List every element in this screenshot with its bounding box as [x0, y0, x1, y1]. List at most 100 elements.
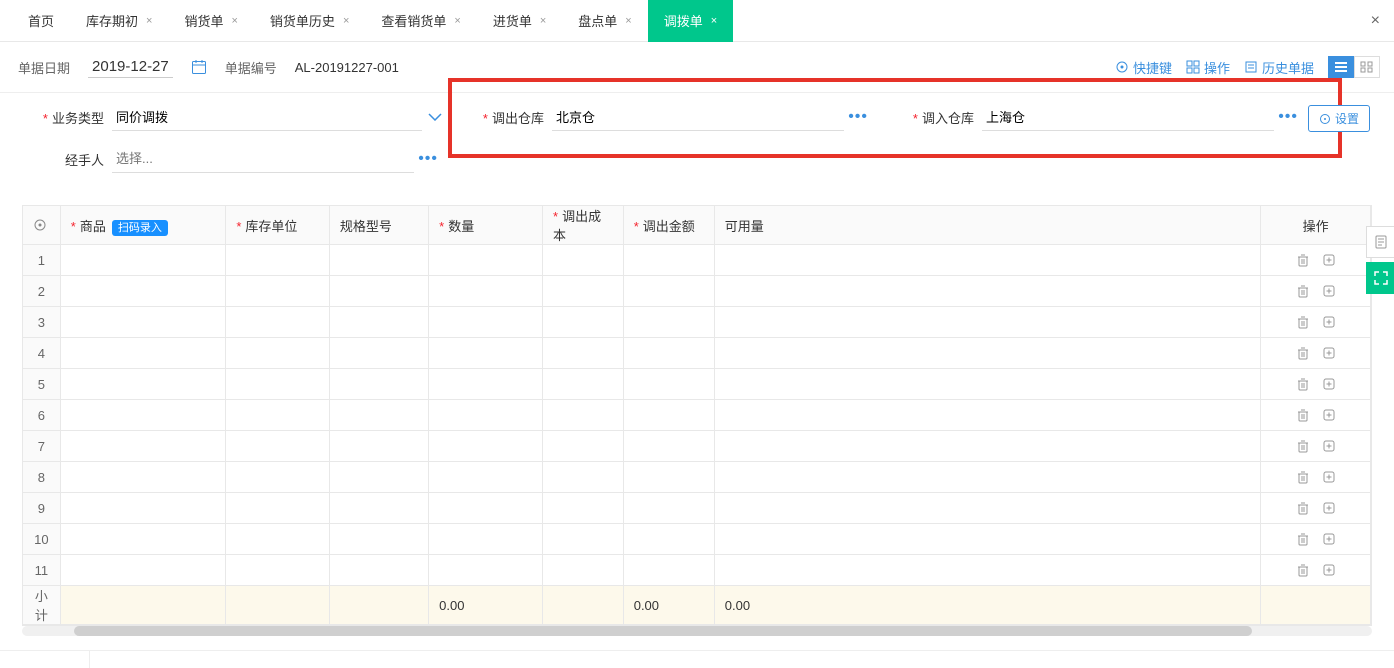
gear-column[interactable]: [23, 206, 60, 245]
cell-amt[interactable]: [623, 493, 714, 524]
handler-input[interactable]: [112, 145, 414, 173]
table-row[interactable]: 2: [23, 276, 1371, 307]
add-icon[interactable]: [1322, 253, 1336, 267]
cell-unit[interactable]: [226, 493, 329, 524]
cell-product[interactable]: [60, 245, 226, 276]
view-grid-button[interactable]: [1354, 56, 1380, 78]
close-icon[interactable]: ×: [711, 15, 717, 27]
cell-spec[interactable]: [329, 307, 428, 338]
cell-spec[interactable]: [329, 462, 428, 493]
more-icon[interactable]: •••: [414, 150, 442, 168]
cell-spec[interactable]: [329, 555, 428, 586]
cell-amt[interactable]: [623, 462, 714, 493]
add-icon[interactable]: [1322, 315, 1336, 329]
settings-button[interactable]: 设置: [1308, 105, 1370, 132]
view-list-button[interactable]: [1328, 56, 1354, 78]
cell-unit[interactable]: [226, 338, 329, 369]
horizontal-scrollbar[interactable]: [22, 626, 1372, 636]
table-row[interactable]: 1: [23, 245, 1371, 276]
add-icon[interactable]: [1322, 501, 1336, 515]
table-row[interactable]: 7: [23, 431, 1371, 462]
cell-spec[interactable]: [329, 338, 428, 369]
cell-amt[interactable]: [623, 245, 714, 276]
cell-cost[interactable]: [543, 493, 624, 524]
cell-unit[interactable]: [226, 245, 329, 276]
tab-sales-history[interactable]: 销货单历史×: [254, 0, 365, 42]
cell-avail[interactable]: [714, 431, 1260, 462]
cell-product[interactable]: [60, 431, 226, 462]
cell-product[interactable]: [60, 400, 226, 431]
cell-unit[interactable]: [226, 431, 329, 462]
cell-cost[interactable]: [543, 307, 624, 338]
delete-icon[interactable]: [1296, 532, 1310, 546]
delete-icon[interactable]: [1296, 501, 1310, 515]
scan-badge[interactable]: 扫码录入: [112, 220, 168, 236]
chevron-down-icon[interactable]: [428, 113, 442, 121]
table-row[interactable]: 9: [23, 493, 1371, 524]
cell-unit[interactable]: [226, 369, 329, 400]
cell-avail[interactable]: [714, 276, 1260, 307]
cell-product[interactable]: [60, 462, 226, 493]
cell-cost[interactable]: [543, 338, 624, 369]
delete-icon[interactable]: [1296, 377, 1310, 391]
cell-qty[interactable]: [429, 369, 543, 400]
cell-spec[interactable]: [329, 245, 428, 276]
delete-icon[interactable]: [1296, 563, 1310, 577]
operate-link[interactable]: 操作: [1186, 58, 1230, 77]
tab-stocktake[interactable]: 盘点单×: [562, 0, 647, 42]
cell-cost[interactable]: [543, 524, 624, 555]
cell-qty[interactable]: [429, 462, 543, 493]
close-icon[interactable]: ×: [540, 15, 546, 27]
cell-qty[interactable]: [429, 400, 543, 431]
cell-qty[interactable]: [429, 338, 543, 369]
cell-cost[interactable]: [543, 431, 624, 462]
table-row[interactable]: 4: [23, 338, 1371, 369]
add-icon[interactable]: [1322, 532, 1336, 546]
table-row[interactable]: 6: [23, 400, 1371, 431]
cell-avail[interactable]: [714, 524, 1260, 555]
add-icon[interactable]: [1322, 346, 1336, 360]
delete-icon[interactable]: [1296, 408, 1310, 422]
calendar-icon[interactable]: [191, 59, 207, 75]
cell-qty[interactable]: [429, 245, 543, 276]
add-icon[interactable]: [1322, 408, 1336, 422]
tab-purchase-order[interactable]: 进货单×: [477, 0, 562, 42]
cell-cost[interactable]: [543, 276, 624, 307]
tab-transfer-order[interactable]: 调拨单×: [648, 0, 733, 42]
cell-qty[interactable]: [429, 276, 543, 307]
delete-icon[interactable]: [1296, 346, 1310, 360]
cell-product[interactable]: [60, 493, 226, 524]
table-row[interactable]: 8: [23, 462, 1371, 493]
cell-unit[interactable]: [226, 462, 329, 493]
cell-product[interactable]: [60, 307, 226, 338]
side-note-button[interactable]: [1366, 226, 1394, 258]
cell-product[interactable]: [60, 276, 226, 307]
close-icon[interactable]: ×: [231, 15, 237, 27]
cell-amt[interactable]: [623, 338, 714, 369]
cell-amt[interactable]: [623, 524, 714, 555]
cell-unit[interactable]: [226, 307, 329, 338]
cell-product[interactable]: [60, 555, 226, 586]
cell-product[interactable]: [60, 338, 226, 369]
cell-qty[interactable]: [429, 307, 543, 338]
cell-avail[interactable]: [714, 338, 1260, 369]
add-icon[interactable]: [1322, 439, 1336, 453]
cell-qty[interactable]: [429, 555, 543, 586]
cell-cost[interactable]: [543, 462, 624, 493]
cell-qty[interactable]: [429, 431, 543, 462]
cell-amt[interactable]: [623, 555, 714, 586]
tab-inventory-init[interactable]: 库存期初×: [70, 0, 168, 42]
out-warehouse-input[interactable]: [552, 103, 844, 131]
shortcut-link[interactable]: 快捷键: [1115, 58, 1172, 77]
close-icon[interactable]: ×: [625, 15, 631, 27]
cell-avail[interactable]: [714, 369, 1260, 400]
tab-sales-order[interactable]: 销货单×: [168, 0, 253, 42]
cell-cost[interactable]: [543, 369, 624, 400]
cell-avail[interactable]: [714, 307, 1260, 338]
close-icon[interactable]: ×: [146, 15, 152, 27]
delete-icon[interactable]: [1296, 253, 1310, 267]
add-icon[interactable]: [1322, 470, 1336, 484]
table-row[interactable]: 3: [23, 307, 1371, 338]
cell-cost[interactable]: [543, 245, 624, 276]
more-icon[interactable]: •••: [844, 108, 872, 126]
